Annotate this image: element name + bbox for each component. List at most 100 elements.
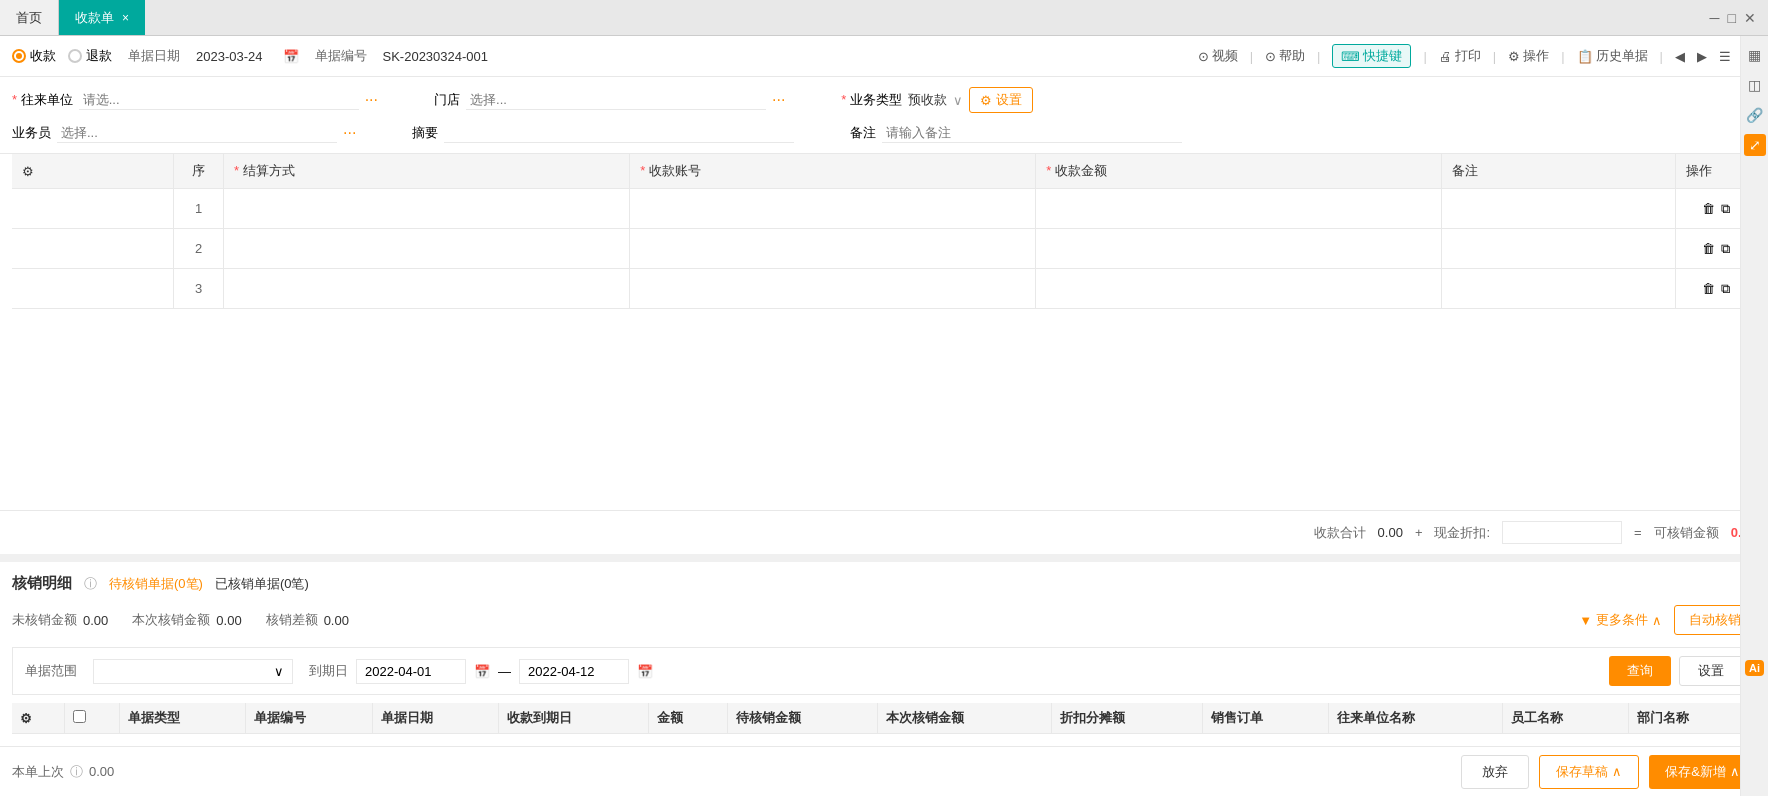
summary-input[interactable]	[444, 123, 794, 143]
help-label: 帮助	[1279, 47, 1305, 65]
tab-pending[interactable]: 待核销单据(0笔)	[109, 575, 203, 593]
sidebar-icon-1[interactable]: ▦	[1744, 44, 1766, 66]
tab-home-label: 首页	[16, 9, 42, 27]
row-1-settlement[interactable]	[224, 189, 630, 229]
row-3-delete-icon[interactable]: 🗑	[1702, 281, 1715, 297]
date-to-input[interactable]	[519, 659, 629, 684]
row-3-settlement[interactable]	[224, 269, 630, 309]
window-min-icon[interactable]: ─	[1710, 10, 1720, 26]
operation-btn[interactable]: ⚙ 操作	[1508, 47, 1549, 65]
calendar-from-icon[interactable]: 📅	[474, 664, 490, 679]
shortcut-label: 快捷键	[1363, 47, 1402, 65]
equals-sign: =	[1634, 525, 1642, 540]
ai-label[interactable]: Ai	[1745, 660, 1764, 676]
radio-group: 收款 退款	[12, 47, 112, 65]
more-conditions-btn[interactable]: ▼ 更多条件 ∧	[1579, 611, 1662, 629]
window-max-icon[interactable]: □	[1728, 10, 1736, 26]
unwritten-stat: 未核销金额 0.00	[12, 611, 108, 629]
row-2-delete-icon[interactable]: 🗑	[1702, 241, 1715, 257]
date-from-input[interactable]	[356, 659, 466, 684]
col-settings-header[interactable]: ⚙	[12, 154, 174, 189]
radio-refund[interactable]: 退款	[68, 47, 112, 65]
help-btn[interactable]: ⊙ 帮助	[1265, 47, 1305, 65]
row-3-copy-icon[interactable]: ⧉	[1721, 281, 1730, 297]
save-draft-button[interactable]: 保存草稿 ∧	[1539, 755, 1639, 789]
detail-col-counterpart: 往来单位名称	[1328, 703, 1502, 734]
row-2-remark[interactable]	[1442, 229, 1676, 269]
tab-close-icon[interactable]: ×	[122, 11, 129, 25]
shortcut-btn[interactable]: ⌨ 快捷键	[1332, 44, 1411, 68]
detail-col-settings[interactable]: ⚙	[12, 703, 64, 734]
row-1-account[interactable]	[630, 189, 1036, 229]
row-3-remark[interactable]	[1442, 269, 1676, 309]
row-2-amount[interactable]	[1036, 229, 1442, 269]
settings-button[interactable]: ⚙ 设置	[969, 87, 1033, 113]
section-divider	[0, 554, 1768, 562]
detail-settings-button[interactable]: 设置	[1679, 656, 1743, 686]
staff-input[interactable]	[57, 123, 337, 143]
abandon-button[interactable]: 放弃	[1461, 755, 1529, 789]
counterpart-input[interactable]	[79, 90, 359, 110]
tab-done[interactable]: 已核销单据(0笔)	[215, 575, 309, 593]
table-container: ⚙ 序 结算方式 收款账号 收款金额 备注	[0, 154, 1768, 510]
right-sidebar: ▦ ◫ 🔗 ⤢ Ai	[1740, 36, 1768, 796]
tab-home[interactable]: 首页	[0, 0, 59, 35]
prev-btn[interactable]: ◀	[1675, 49, 1685, 64]
table-row: 3 🗑 ⧉	[12, 269, 1756, 309]
row-3-amount[interactable]	[1036, 269, 1442, 309]
section-tabs: 待核销单据(0笔) 已核销单据(0笔)	[109, 575, 309, 593]
row-1-delete-icon[interactable]: 🗑	[1702, 201, 1715, 217]
date-range-separator: —	[498, 664, 511, 679]
select-all-checkbox[interactable]	[73, 710, 86, 723]
video-btn[interactable]: ⊙ 视频	[1198, 47, 1238, 65]
calendar-to-icon[interactable]: 📅	[637, 664, 653, 679]
store-input[interactable]	[466, 90, 766, 110]
summary-label: 摘要	[412, 124, 438, 142]
filter-icon: ▼	[1579, 613, 1592, 628]
row-1-amount[interactable]	[1036, 189, 1442, 229]
filter-select[interactable]: ∨	[93, 659, 293, 684]
print-label: 打印	[1455, 47, 1481, 65]
next-btn[interactable]: ▶	[1697, 49, 1707, 64]
sidebar-icon-2[interactable]: ◫	[1744, 74, 1766, 96]
radio-collection-circle	[12, 49, 26, 63]
gear-icon: ⚙	[980, 93, 992, 108]
date-picker-icon[interactable]: 📅	[283, 49, 299, 64]
history-icon: 📋	[1577, 49, 1593, 64]
diff-stat: 核销差额 0.00	[266, 611, 349, 629]
row-3-account[interactable]	[630, 269, 1036, 309]
store-more-btn[interactable]: ···	[772, 91, 785, 109]
row-1-remark[interactable]	[1442, 189, 1676, 229]
dropdown-arrow-icon: ∨	[274, 664, 284, 679]
discount-input[interactable]	[1502, 521, 1622, 544]
sidebar-icon-4[interactable]: ⤢	[1744, 134, 1766, 156]
radio-collection[interactable]: 收款	[12, 47, 56, 65]
remark-label: 备注	[850, 124, 876, 142]
staff-field: 业务员 ···	[12, 123, 356, 143]
row-2-settings	[12, 229, 174, 269]
history-btn[interactable]: 📋 历史单据	[1577, 47, 1648, 65]
row-1-copy-icon[interactable]: ⧉	[1721, 201, 1730, 217]
business-type-select[interactable]: 预收款 ∨	[908, 91, 963, 109]
diff-value: 0.00	[324, 613, 349, 628]
form-area: 往来单位 ··· 门店 ··· 业务类型 预收款 ∨ ⚙ 设置	[0, 77, 1768, 154]
query-button[interactable]: 查询	[1609, 656, 1671, 686]
settlement-label: 结算方式	[234, 163, 295, 178]
print-btn[interactable]: 🖨 打印	[1439, 47, 1481, 65]
col-account-header: 收款账号	[630, 154, 1036, 189]
row-2-settlement[interactable]	[224, 229, 630, 269]
col-num-header: 序	[174, 154, 224, 189]
counterpart-more-btn[interactable]: ···	[365, 91, 378, 109]
sidebar-icon-3[interactable]: 🔗	[1744, 104, 1766, 126]
current-stat: 本次核销金额 0.00	[132, 611, 241, 629]
tab-collection[interactable]: 收款单 ×	[59, 0, 145, 35]
remark-input[interactable]	[882, 123, 1182, 143]
row-2-copy-icon[interactable]: ⧉	[1721, 241, 1730, 257]
window-close-icon[interactable]: ✕	[1744, 10, 1756, 26]
detail-col-checkbox[interactable]	[64, 703, 119, 734]
radio-refund-circle	[68, 49, 82, 63]
staff-more-btn[interactable]: ···	[343, 124, 356, 142]
list-view-icon[interactable]: ☰	[1719, 49, 1731, 64]
row-2-account[interactable]	[630, 229, 1036, 269]
store-label: 门店	[434, 91, 460, 109]
